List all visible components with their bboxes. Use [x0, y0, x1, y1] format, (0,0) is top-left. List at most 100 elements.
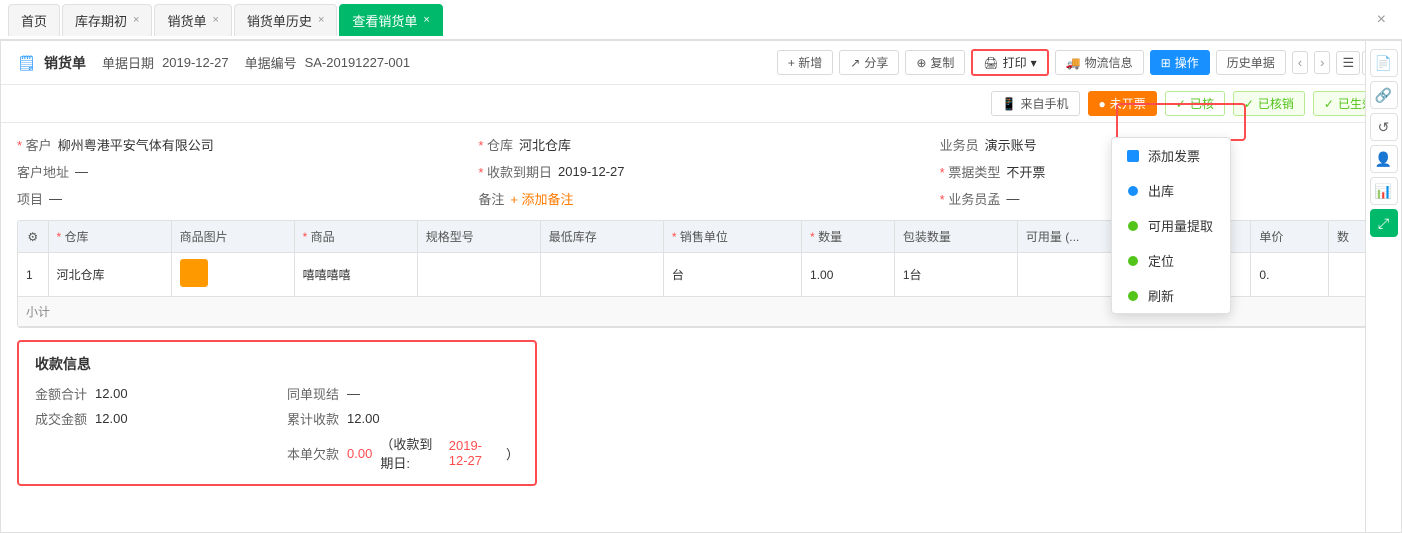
cumulative-item: 累计收款 12.00: [287, 409, 519, 428]
sidebar-chart-icon[interactable]: 📊: [1370, 177, 1398, 205]
due-date-value: 2019-12-27: [449, 438, 498, 468]
due-date-text: （收款到期日:: [380, 434, 440, 472]
cumulative-value: 12.00: [347, 411, 380, 426]
invoice-square: [1127, 150, 1139, 162]
address-row: 客户地址 —: [17, 162, 462, 181]
sidebar-expand-icon[interactable]: ⤢: [1370, 209, 1398, 237]
row-min-stock: [540, 253, 663, 297]
doc-title: 销货单: [44, 53, 86, 73]
history-button[interactable]: 历史单据: [1216, 50, 1286, 75]
outbound-icon: [1126, 184, 1140, 198]
sales-staff-label: 业务员孟: [940, 189, 1001, 208]
tab-sales-order[interactable]: 销货单 ×: [154, 4, 231, 36]
staff-label: 业务员: [940, 135, 979, 154]
tab-view-close[interactable]: ×: [423, 14, 429, 26]
tab-inventory-init[interactable]: 库存期初 ×: [62, 4, 152, 36]
cancelled-button[interactable]: ✓ 已核销: [1233, 91, 1305, 116]
tab-sales-history[interactable]: 销货单历史 ×: [234, 4, 337, 36]
tab-sales-close[interactable]: ×: [212, 14, 218, 26]
ticket-label: 票据类型: [940, 162, 1001, 181]
operations-icon: ⊞: [1161, 56, 1171, 70]
product-image: [180, 259, 208, 287]
doc-title-area: 🗒 销货单: [17, 53, 86, 73]
tab-home-label: 首页: [21, 11, 47, 30]
th-gear: ⚙: [18, 221, 48, 253]
dropdown-menu: 添加发票 出库 可用量提取 定位 刷新: [1111, 137, 1231, 314]
sidebar-doc-icon[interactable]: 📄: [1370, 49, 1398, 77]
customer-row: 客户 柳州粤港平安气体有限公司: [17, 135, 462, 154]
logistics-button[interactable]: 🚚 物流信息: [1055, 50, 1144, 75]
project-row: 项目 —: [17, 189, 462, 208]
note-row: 备注 + 添加备注: [478, 189, 923, 208]
sidebar-refresh-icon[interactable]: ↺: [1370, 113, 1398, 141]
warehouse-label: 仓库: [478, 135, 513, 154]
logistics-icon: 🚚: [1066, 56, 1081, 70]
dropdown-refresh[interactable]: 刷新: [1112, 278, 1230, 313]
nav-prev-button[interactable]: ‹: [1292, 51, 1308, 74]
copy-icon: ⊕: [916, 56, 926, 70]
dropdown-locate[interactable]: 定位: [1112, 243, 1230, 278]
tab-history-close[interactable]: ×: [318, 14, 324, 26]
print-button[interactable]: 🖨 打印 ▾: [971, 49, 1048, 76]
sidebar-user-icon[interactable]: 👤: [1370, 145, 1398, 173]
payment-title: 收款信息: [35, 354, 519, 374]
sidebar-link-icon[interactable]: 🔗: [1370, 81, 1398, 109]
tab-inventory-close[interactable]: ×: [133, 14, 139, 26]
tab-view-sales[interactable]: 查看销货单 ×: [339, 4, 442, 36]
payment-box: 收款信息 金额合计 12.00 同单现结 — 成交金额 12.00 累计收款 1…: [17, 340, 537, 486]
th-price: 单价: [1251, 221, 1329, 253]
customer-label: 客户: [17, 135, 52, 154]
sub-toolbar: 📱 来自手机 ● 未开票 ✓ 已核 ✓ 已核销 ✓ 已生效: [1, 85, 1401, 123]
window-close-button[interactable]: ×: [1369, 11, 1394, 29]
payment-grid: 金额合计 12.00 同单现结 — 成交金额 12.00 累计收款 12.00 …: [35, 384, 519, 472]
add-invoice-label: 添加发票: [1148, 146, 1200, 165]
th-pack-qty: 包装数量: [894, 221, 1017, 253]
same-order-label: 同单现结: [287, 384, 339, 403]
row-product-name: 嘻嘻嘻嘻: [294, 253, 417, 297]
cumulative-label: 累计收款: [287, 409, 339, 428]
th-qty: 数量: [802, 221, 895, 253]
payment-date-row: 收款到期日 2019-12-27: [478, 162, 923, 181]
add-note-button[interactable]: + 添加备注: [510, 189, 573, 208]
nav-next-button[interactable]: ›: [1314, 51, 1330, 74]
view-list-button[interactable]: ☰: [1336, 51, 1360, 75]
dropdown-available[interactable]: 可用量提取: [1112, 208, 1230, 243]
refresh-icon: [1126, 289, 1140, 303]
locate-label: 定位: [1148, 251, 1174, 270]
same-order-item: 同单现结 —: [287, 384, 519, 403]
tab-home[interactable]: 首页: [8, 4, 60, 36]
effective-icon: ✓: [1324, 97, 1334, 111]
tab-sales-label: 销货单: [167, 11, 206, 30]
operations-button[interactable]: ⊞ 操作: [1150, 50, 1210, 75]
sales-staff-value: —: [1006, 191, 1019, 206]
cancel-icon: ✓: [1244, 97, 1254, 111]
print-dropdown-icon: ▾: [1031, 56, 1037, 70]
copy-button[interactable]: ⊕ 复制: [905, 50, 965, 75]
th-unit: 销售单位: [663, 221, 801, 253]
row-index: 1: [18, 253, 48, 297]
arrears-item: 本单欠款 0.00 （收款到期日: 2019-12-27 ）: [287, 434, 519, 472]
from-phone-button[interactable]: 📱 来自手机: [991, 91, 1080, 116]
doc-meta: 单据日期 2019-12-27 单据编号 SA-20191227-001: [102, 53, 410, 72]
outbound-circle: [1128, 186, 1138, 196]
row-product-img: [171, 253, 294, 297]
check-icon: ✓: [1176, 97, 1186, 111]
row-spec: [417, 253, 540, 297]
verified-button[interactable]: ✓ 已核: [1165, 91, 1225, 116]
th-min-stock: 最低库存: [540, 221, 663, 253]
dropdown-add-invoice[interactable]: 添加发票: [1112, 138, 1230, 173]
tab-history-label: 销货单历史: [247, 11, 312, 30]
share-button[interactable]: ↗ 分享: [839, 50, 899, 75]
doc-icon: 🗒: [17, 54, 36, 72]
not-open-button[interactable]: ● 未开票: [1088, 91, 1157, 116]
ticket-value: 不开票: [1006, 162, 1045, 181]
right-sidebar: 📄 🔗 ↺ 👤 📊 ⤢: [1365, 41, 1401, 532]
locate-circle: [1128, 256, 1138, 266]
doc-actions: + 新增 ↗ 分享 ⊕ 复制 🖨 打印 ▾ 🚚 物流信息 ⊞ 操作: [777, 49, 1385, 76]
deal-item: 成交金额 12.00: [35, 409, 267, 428]
available-circle: [1128, 221, 1138, 231]
new-button[interactable]: + 新增: [777, 50, 833, 75]
due-date-close: ）: [506, 444, 519, 463]
not-open-icon: ●: [1099, 97, 1106, 111]
dropdown-outbound[interactable]: 出库: [1112, 173, 1230, 208]
